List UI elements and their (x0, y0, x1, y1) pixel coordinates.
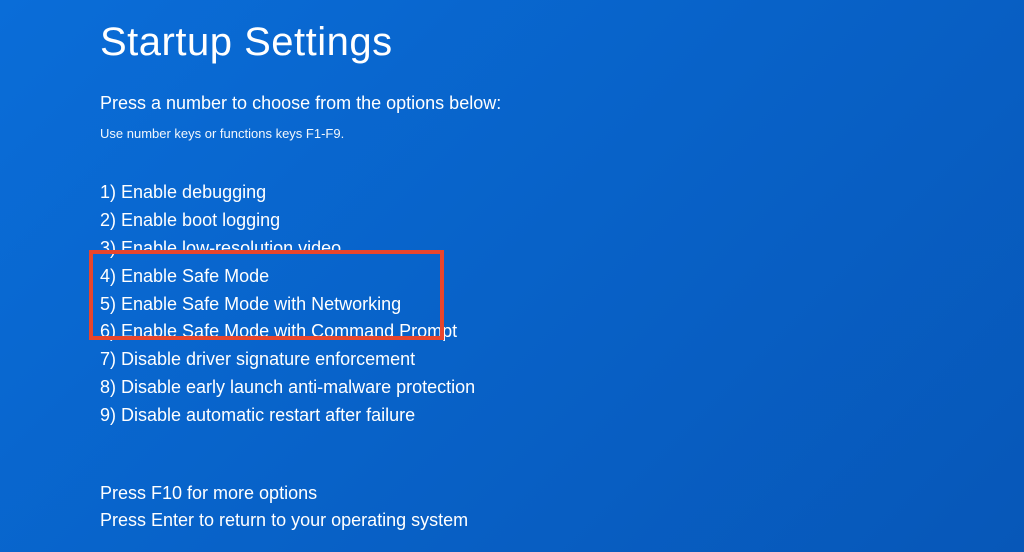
option-3-low-resolution[interactable]: 3) Enable low-resolution video (100, 235, 1024, 263)
instruction-text: Press a number to choose from the option… (100, 93, 1024, 114)
option-6-safe-mode-command-prompt[interactable]: 6) Enable Safe Mode with Command Prompt (100, 318, 1024, 346)
option-5-safe-mode-networking[interactable]: 5) Enable Safe Mode with Networking (100, 291, 1024, 319)
footer-return: Press Enter to return to your operating … (100, 507, 1024, 534)
option-4-safe-mode[interactable]: 4) Enable Safe Mode (100, 263, 1024, 291)
option-8-disable-anti-malware[interactable]: 8) Disable early launch anti-malware pro… (100, 374, 1024, 402)
option-2-boot-logging[interactable]: 2) Enable boot logging (100, 207, 1024, 235)
footer-more-options: Press F10 for more options (100, 480, 1024, 507)
option-1-debugging[interactable]: 1) Enable debugging (100, 179, 1024, 207)
option-9-disable-auto-restart[interactable]: 9) Disable automatic restart after failu… (100, 402, 1024, 430)
options-list: 1) Enable debugging 2) Enable boot loggi… (100, 179, 1024, 430)
page-title: Startup Settings (100, 20, 1024, 65)
footer: Press F10 for more options Press Enter t… (100, 480, 1024, 534)
option-7-disable-driver-signature[interactable]: 7) Disable driver signature enforcement (100, 346, 1024, 374)
subinstruction-text: Use number keys or functions keys F1-F9. (100, 126, 1024, 141)
